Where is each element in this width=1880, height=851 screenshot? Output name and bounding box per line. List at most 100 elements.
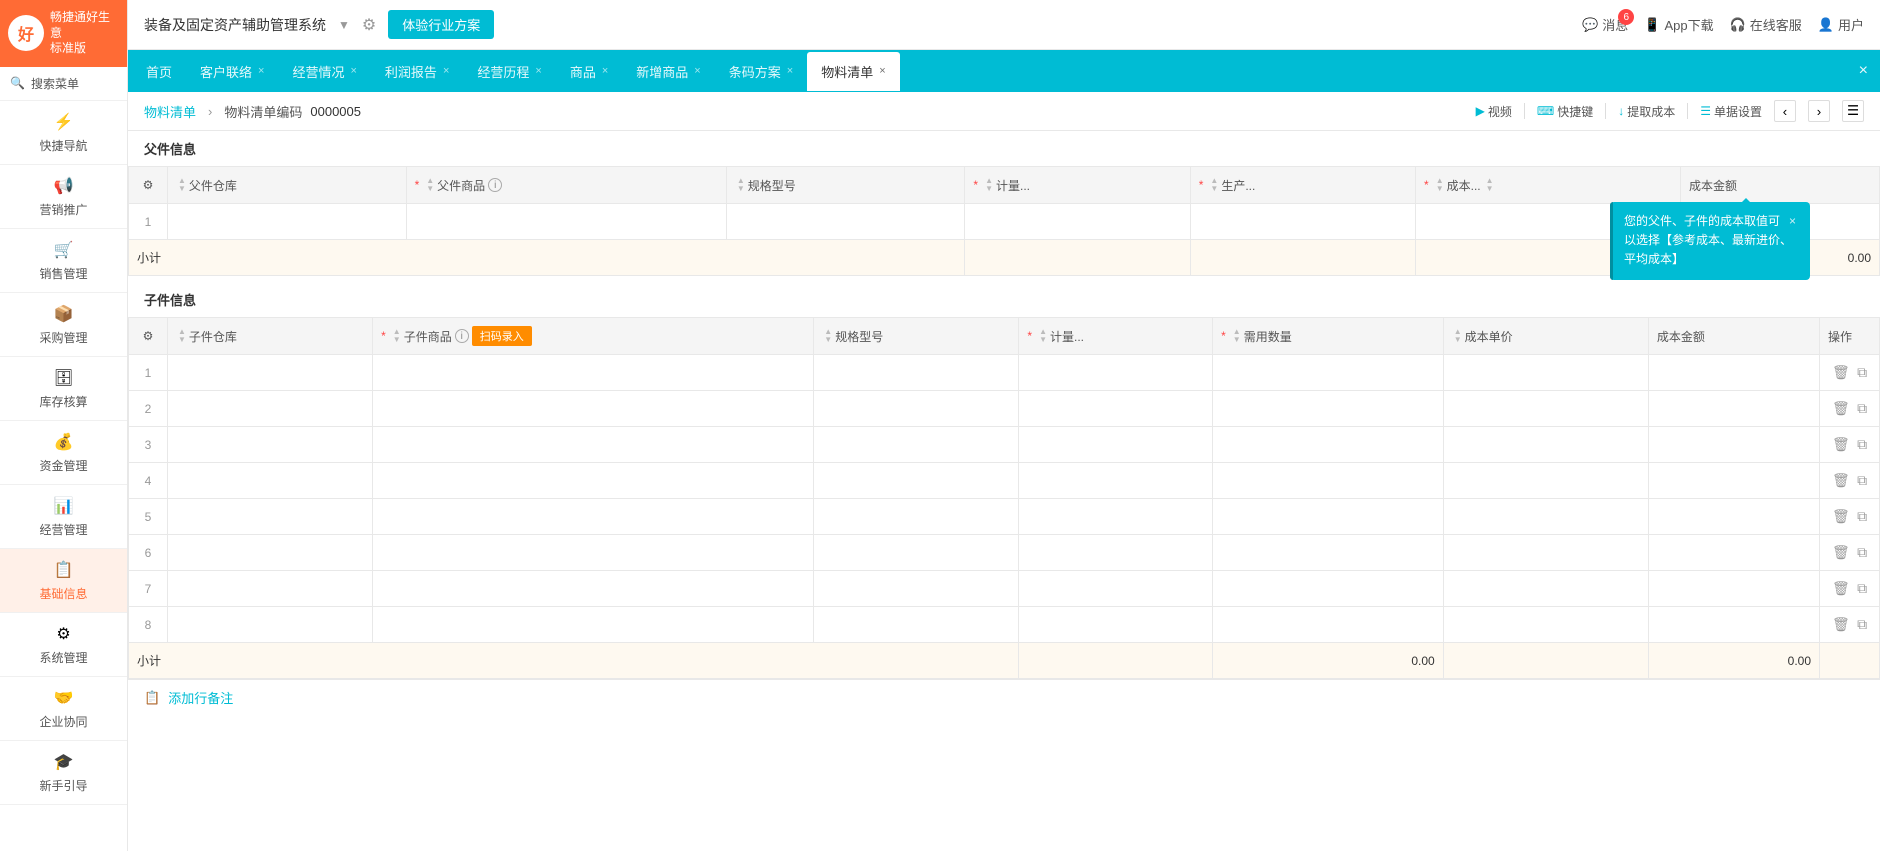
sidebar-item-inventory[interactable]: 🗄 库存核算 xyxy=(0,357,127,421)
child-row6-unit-price[interactable] xyxy=(1443,535,1648,571)
tab-profit-close[interactable]: × xyxy=(443,65,449,77)
copy-icon[interactable]: ⧉ xyxy=(1857,580,1867,596)
child-row3-warehouse[interactable] xyxy=(168,427,373,463)
user-action[interactable]: 👤 用户 xyxy=(1818,15,1864,34)
child-row4-product[interactable] xyxy=(373,463,814,499)
app-download-action[interactable]: 📱 App下载 xyxy=(1644,15,1713,34)
child-row3-product[interactable] xyxy=(373,427,814,463)
tab-operations[interactable]: 经营情况 × xyxy=(278,52,370,91)
child-row2-spec[interactable] xyxy=(814,391,1019,427)
experience-btn[interactable]: 体验行业方案 xyxy=(388,10,494,39)
copy-icon[interactable]: ⧉ xyxy=(1857,508,1867,524)
child-row5-cost-amount[interactable] xyxy=(1648,499,1819,535)
child-row1-spec[interactable] xyxy=(814,355,1019,391)
parent-row1-product[interactable] xyxy=(406,204,726,240)
child-row2-warehouse[interactable] xyxy=(168,391,373,427)
child-row5-unit[interactable] xyxy=(1019,499,1213,535)
child-row8-qty[interactable] xyxy=(1213,607,1444,643)
child-row3-cost-amount[interactable] xyxy=(1648,427,1819,463)
child-row5-qty[interactable] xyxy=(1213,499,1444,535)
parent-row1-warehouse[interactable] xyxy=(168,204,407,240)
delete-icon[interactable]: 🗑 xyxy=(1832,400,1850,416)
child-row5-spec[interactable] xyxy=(814,499,1019,535)
child-row6-qty[interactable] xyxy=(1213,535,1444,571)
close-all-tabs-btn[interactable]: × xyxy=(1851,58,1876,84)
parent-row1-produce[interactable] xyxy=(1190,204,1415,240)
scan-btn[interactable]: 扫码录入 xyxy=(472,326,532,346)
child-row4-cost-amount[interactable] xyxy=(1648,463,1819,499)
delete-icon[interactable]: 🗑 xyxy=(1832,508,1850,524)
child-row8-spec[interactable] xyxy=(814,607,1019,643)
extract-cost-action[interactable]: ↓ 提取成本 xyxy=(1618,103,1675,120)
copy-icon[interactable]: ⧉ xyxy=(1857,544,1867,560)
child-row5-warehouse[interactable] xyxy=(168,499,373,535)
child-row7-cost-amount[interactable] xyxy=(1648,571,1819,607)
child-row7-product[interactable] xyxy=(373,571,814,607)
child-row5-product[interactable] xyxy=(373,499,814,535)
delete-icon[interactable]: 🗑 xyxy=(1832,544,1850,560)
tab-history-close[interactable]: × xyxy=(535,65,541,77)
tab-operations-close[interactable]: × xyxy=(350,65,356,77)
child-row1-cost-amount[interactable] xyxy=(1648,355,1819,391)
delete-icon[interactable]: 🗑 xyxy=(1832,472,1850,488)
child-row2-unit-price[interactable] xyxy=(1443,391,1648,427)
child-row3-spec[interactable] xyxy=(814,427,1019,463)
child-row7-unit[interactable] xyxy=(1019,571,1213,607)
child-row2-qty[interactable] xyxy=(1213,391,1444,427)
settings-icon[interactable]: ⚙ xyxy=(362,15,376,35)
delete-icon[interactable]: 🗑 xyxy=(1832,580,1850,596)
sidebar-item-operations[interactable]: 📊 经营管理 xyxy=(0,485,127,549)
child-col-settings-icon[interactable]: ⚙ xyxy=(137,325,159,347)
sidebar-item-system[interactable]: ⚙ 系统管理 xyxy=(0,613,127,677)
child-row4-spec[interactable] xyxy=(814,463,1019,499)
tab-profit[interactable]: 利润报告 × xyxy=(371,52,463,91)
add-row-label[interactable]: 添加行备注 xyxy=(168,688,233,707)
child-row8-cost-amount[interactable] xyxy=(1648,607,1819,643)
child-row1-unit-price[interactable] xyxy=(1443,355,1648,391)
child-row7-unit-price[interactable] xyxy=(1443,571,1648,607)
copy-icon[interactable]: ⧉ xyxy=(1857,364,1867,380)
child-row8-product[interactable] xyxy=(373,607,814,643)
child-row1-product[interactable] xyxy=(373,355,814,391)
prev-btn[interactable]: ‹ xyxy=(1774,100,1796,122)
copy-icon[interactable]: ⧉ xyxy=(1857,400,1867,416)
sidebar-item-quick-nav[interactable]: ⚡ 快捷导航 xyxy=(0,101,127,165)
message-action[interactable]: 💬 消息 6 xyxy=(1582,15,1628,34)
child-row3-unit-price[interactable] xyxy=(1443,427,1648,463)
tab-barcode[interactable]: 条码方案 × xyxy=(715,52,807,91)
copy-icon[interactable]: ⧉ xyxy=(1857,436,1867,452)
child-row3-unit[interactable] xyxy=(1019,427,1213,463)
parent-col-settings-icon[interactable]: ⚙ xyxy=(137,174,159,196)
parent-row1-spec[interactable] xyxy=(726,204,965,240)
sidebar-item-finance[interactable]: 💰 资金管理 xyxy=(0,421,127,485)
copy-icon[interactable]: ⧉ xyxy=(1857,472,1867,488)
copy-icon[interactable]: ⧉ xyxy=(1857,616,1867,632)
sidebar-item-marketing[interactable]: 📢 营销推广 xyxy=(0,165,127,229)
sidebar-item-enterprise[interactable]: 🤝 企业协同 xyxy=(0,677,127,741)
sidebar-item-search[interactable]: 🔍 搜索菜单 xyxy=(0,67,127,101)
parent-product-info-icon[interactable]: i xyxy=(488,178,502,192)
child-row4-unit[interactable] xyxy=(1019,463,1213,499)
child-row8-unit-price[interactable] xyxy=(1443,607,1648,643)
child-row4-warehouse[interactable] xyxy=(168,463,373,499)
online-service-action[interactable]: 🎧 在线客服 xyxy=(1730,15,1802,34)
child-row1-unit[interactable] xyxy=(1019,355,1213,391)
child-row6-spec[interactable] xyxy=(814,535,1019,571)
child-row3-qty[interactable] xyxy=(1213,427,1444,463)
child-row4-unit-price[interactable] xyxy=(1443,463,1648,499)
sidebar-item-sales[interactable]: 🛒 销售管理 xyxy=(0,229,127,293)
tab-history[interactable]: 经营历程 × xyxy=(463,52,555,91)
tab-bom-close[interactable]: × xyxy=(879,65,885,77)
child-row6-product[interactable] xyxy=(373,535,814,571)
child-row6-unit[interactable] xyxy=(1019,535,1213,571)
tab-new-product[interactable]: 新增商品 × xyxy=(622,52,714,91)
tab-customer-close[interactable]: × xyxy=(258,65,264,77)
child-row2-cost-amount[interactable] xyxy=(1648,391,1819,427)
list-view-btn[interactable]: ☰ xyxy=(1842,100,1864,122)
view-action[interactable]: ▶ 视频 xyxy=(1476,103,1512,120)
child-row1-warehouse[interactable] xyxy=(168,355,373,391)
child-row7-warehouse[interactable] xyxy=(168,571,373,607)
tooltip-close-btn[interactable]: × xyxy=(1789,212,1796,231)
breadcrumb-bom[interactable]: 物料清单 xyxy=(144,102,196,121)
child-row7-spec[interactable] xyxy=(814,571,1019,607)
